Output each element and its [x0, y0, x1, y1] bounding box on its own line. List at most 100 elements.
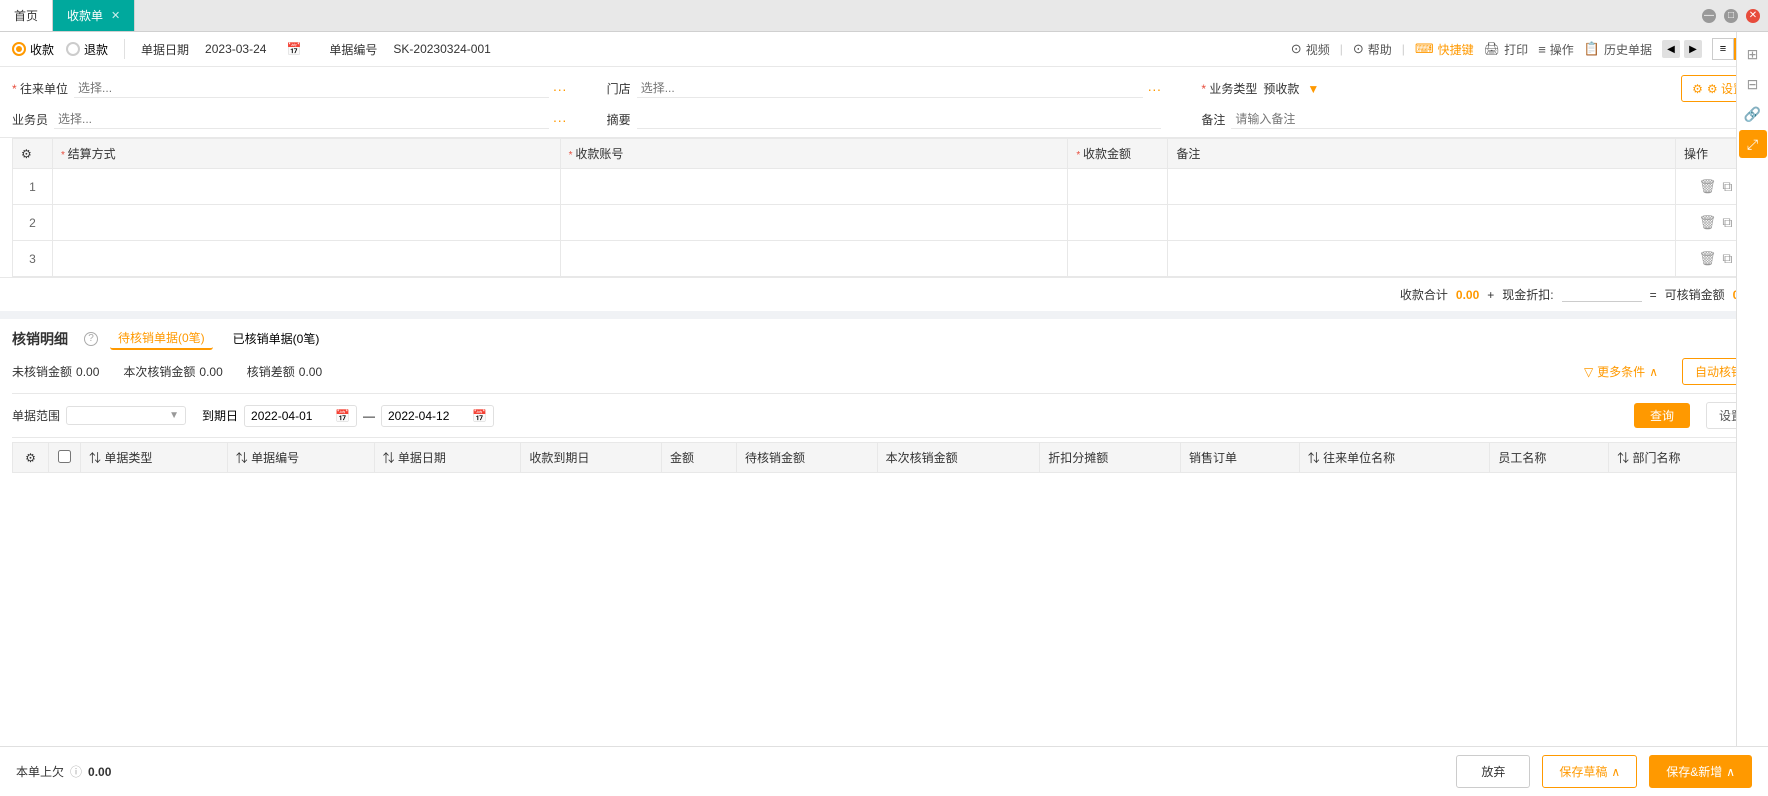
section-divider: [0, 311, 1768, 319]
save-new-button[interactable]: 保存&新增 ∧: [1649, 755, 1752, 788]
row-3-settle[interactable]: [53, 241, 561, 277]
th-gear[interactable]: ⚙: [13, 139, 53, 169]
row-1-account[interactable]: [560, 169, 1068, 205]
print-icon: 🖨: [1484, 41, 1501, 57]
row-1-copy-icon[interactable]: ⧉: [1722, 178, 1732, 195]
remark-input[interactable]: [1231, 110, 1756, 129]
row-1-settle-input[interactable]: [53, 169, 560, 204]
more-conditions-button[interactable]: ▽ 更多条件 ∧: [1584, 363, 1658, 380]
hexiao-tab-pending[interactable]: 待核销单据(0笔): [110, 327, 213, 350]
row-1-delete-icon[interactable]: 🗑: [1699, 178, 1717, 195]
bth-doc-num: ⇅ 单据编号: [227, 443, 374, 473]
operate-button[interactable]: ≡ 操作: [1538, 41, 1574, 58]
row-2-copy-icon[interactable]: ⧉: [1722, 214, 1732, 231]
date-label: 单据日期: [141, 41, 189, 58]
bth-gear[interactable]: ⚙: [13, 443, 49, 473]
row-2-delete-icon[interactable]: 🗑: [1699, 214, 1717, 231]
row-3-account[interactable]: [560, 241, 1068, 277]
nav-next-button[interactable]: ▶: [1684, 40, 1702, 58]
bth-amount: 金额: [662, 443, 737, 473]
row-3-copy-icon[interactable]: ⧉: [1722, 250, 1732, 267]
tab-home[interactable]: 首页: [0, 0, 53, 31]
tab-active[interactable]: 收款单 ✕: [53, 0, 135, 31]
date-dash: —: [363, 409, 375, 423]
hexiao-tab-done[interactable]: 已核销单据(0笔): [225, 328, 328, 349]
sidebar-expand-icon[interactable]: ⤢: [1739, 130, 1767, 158]
nav-prev-button[interactable]: ◀: [1662, 40, 1680, 58]
range-select[interactable]: ▼: [66, 406, 186, 425]
history-icon: 📋: [1584, 41, 1600, 57]
range-label: 单据范围: [12, 407, 60, 424]
tab-close-icon[interactable]: ✕: [111, 9, 120, 22]
settings-icon: ⚙: [1692, 82, 1703, 96]
row-3-settle-input[interactable]: [53, 241, 560, 276]
row-3-account-input[interactable]: [561, 241, 1068, 276]
calendar-from-icon[interactable]: 📅: [335, 409, 350, 423]
sidebar-clip-icon[interactable]: 🔗: [1739, 100, 1767, 128]
abstract-input[interactable]: [637, 110, 1162, 129]
row-3-delete-icon[interactable]: 🗑: [1699, 250, 1717, 267]
query-button[interactable]: 查询: [1634, 403, 1690, 428]
row-1-amount[interactable]: [1068, 169, 1168, 205]
unverified-item: 未核销金额 0.00: [12, 363, 99, 380]
due-label: 到期日: [202, 407, 238, 424]
row-2-settle[interactable]: [53, 205, 561, 241]
row-1-settle[interactable]: [53, 169, 561, 205]
date-from-field[interactable]: [251, 409, 331, 423]
bth-checkbox[interactable]: [49, 443, 81, 473]
row-3-amount-input[interactable]: [1068, 241, 1167, 276]
staff-input[interactable]: [54, 110, 549, 129]
staff-more-icon[interactable]: ···: [553, 112, 567, 128]
help-button[interactable]: ⊙ 帮助: [1353, 41, 1392, 58]
row-1-remark[interactable]: [1168, 169, 1676, 205]
row-2-account-input[interactable]: [561, 205, 1068, 240]
history-button[interactable]: 📋 历史单据: [1584, 41, 1652, 58]
tab-active-label: 收款单: [67, 7, 103, 24]
print-button[interactable]: 🖨 打印: [1484, 41, 1529, 58]
select-all-checkbox[interactable]: [58, 450, 71, 463]
row-1-account-input[interactable]: [561, 169, 1068, 204]
row-2-account[interactable]: [560, 205, 1068, 241]
sidebar-table-icon[interactable]: ⊞: [1739, 40, 1767, 68]
partner-more-icon[interactable]: ···: [553, 81, 567, 97]
total-value: 0.00: [1456, 288, 1479, 302]
row-2-remark[interactable]: [1168, 205, 1676, 241]
store-input[interactable]: [637, 79, 1144, 98]
view-list-button[interactable]: ≡: [1712, 38, 1734, 60]
row-1-amount-input[interactable]: [1068, 169, 1167, 204]
sidebar-book-icon[interactable]: ⊟: [1739, 70, 1767, 98]
radio-tuikuan[interactable]: 退款: [66, 41, 108, 58]
bth-discount: 折扣分摊额: [1040, 443, 1181, 473]
store-more-icon[interactable]: ···: [1147, 81, 1161, 97]
biz-type-dropdown-icon[interactable]: ▼: [1307, 82, 1319, 96]
window-close-button[interactable]: ✕: [1746, 9, 1760, 23]
calendar-to-icon[interactable]: 📅: [472, 409, 487, 423]
row-3-amount[interactable]: [1068, 241, 1168, 277]
date-calendar-icon[interactable]: 📅: [286, 42, 301, 56]
row-2-amount[interactable]: [1068, 205, 1168, 241]
unverified-label: 未核销金额: [12, 363, 72, 380]
date-to-field[interactable]: [388, 409, 468, 423]
save-draft-button[interactable]: 保存草稿 ∧: [1542, 755, 1637, 788]
row-1-remark-input[interactable]: [1168, 169, 1675, 204]
hexiao-tab2-label: 已核销单据(0笔): [233, 330, 320, 347]
row-3-remark[interactable]: [1168, 241, 1676, 277]
abstract-label: 摘要: [607, 111, 631, 128]
window-restore-button[interactable]: □: [1724, 9, 1738, 23]
bth-partner: ⇅ 往来单位名称: [1299, 443, 1490, 473]
radio-shoukuan[interactable]: 收款: [12, 41, 54, 58]
radio-shoukuan-label: 收款: [30, 41, 54, 58]
abandon-button[interactable]: 放弃: [1456, 755, 1530, 788]
row-2-settle-input[interactable]: [53, 205, 560, 240]
hexiao-info-icon[interactable]: ?: [84, 332, 98, 346]
partner-input[interactable]: [74, 79, 549, 98]
video-button[interactable]: ⊙ 视频: [1291, 41, 1330, 58]
bottom-info-icon[interactable]: ⓘ: [70, 763, 82, 780]
plus-sign: +: [1487, 288, 1494, 302]
row-2-amount-input[interactable]: [1068, 205, 1167, 240]
discount-input[interactable]: [1562, 287, 1642, 302]
shortcut-button[interactable]: ⌨ 快捷键: [1415, 41, 1474, 58]
window-minimize-button[interactable]: —: [1702, 9, 1716, 23]
row-2-remark-input[interactable]: [1168, 205, 1675, 240]
row-3-remark-input[interactable]: [1168, 241, 1675, 276]
